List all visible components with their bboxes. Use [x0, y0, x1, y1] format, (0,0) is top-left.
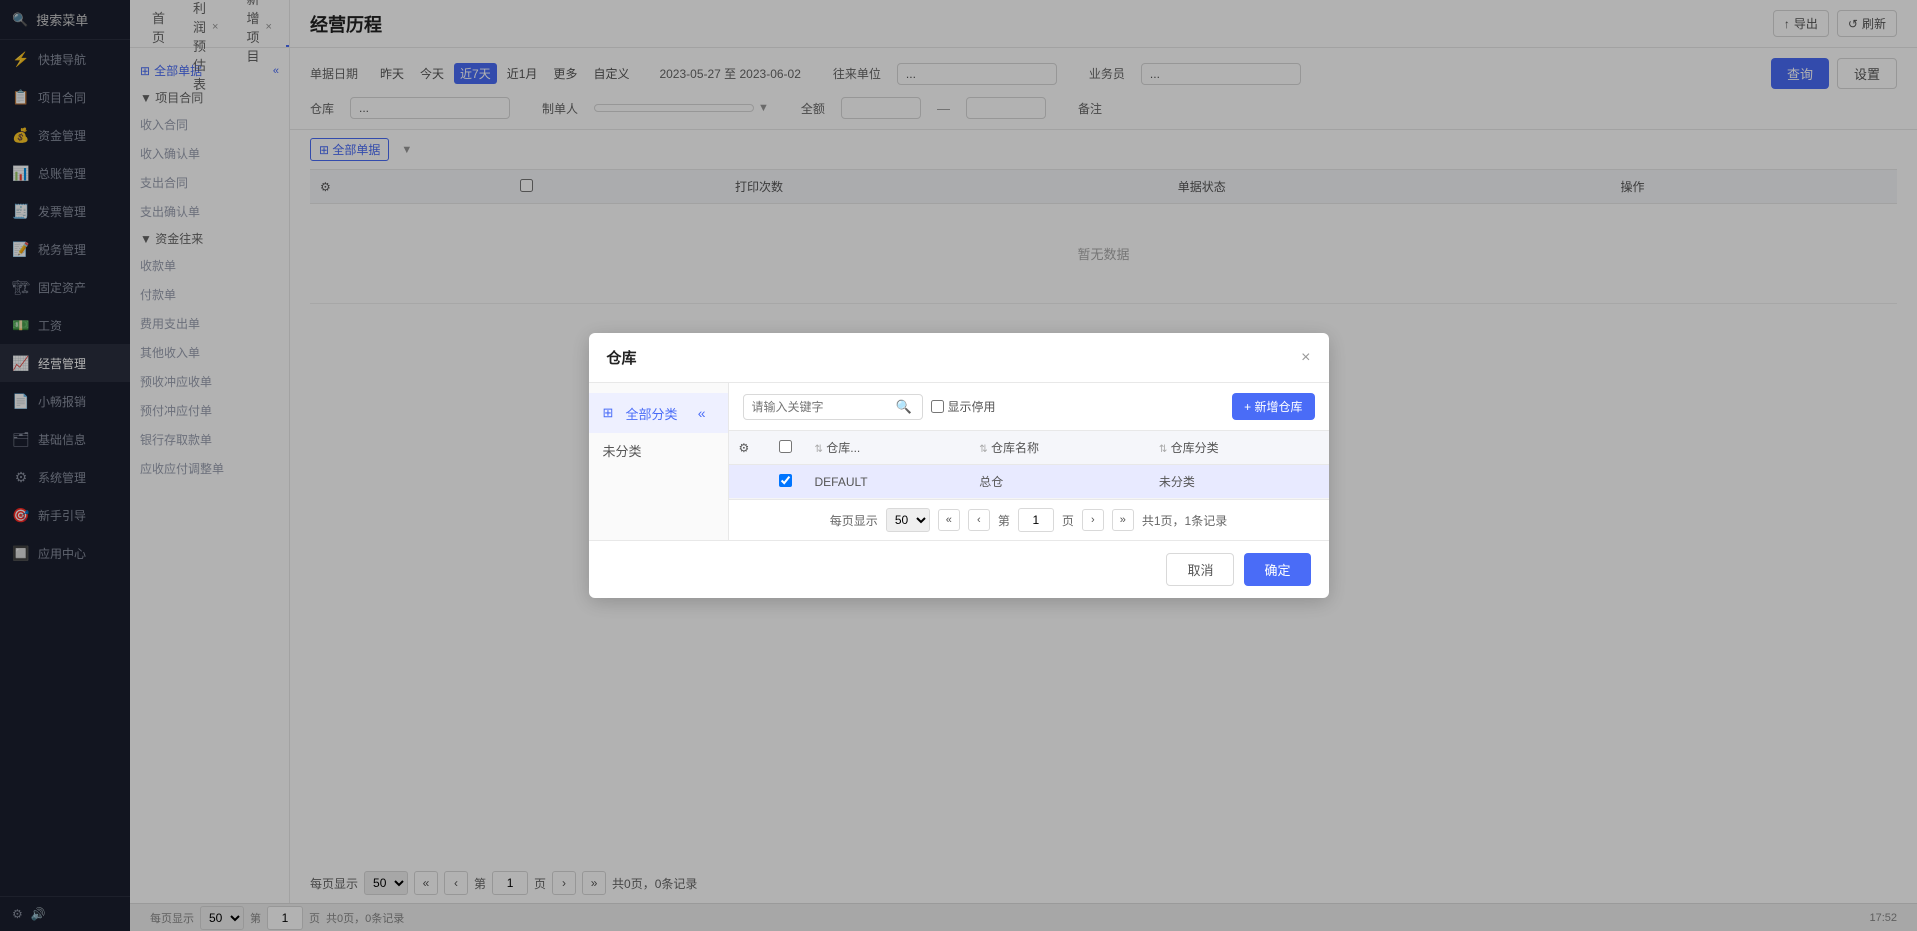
- dialog-sidebar-uncategorized[interactable]: 未分类: [589, 433, 728, 468]
- dialog-search-box[interactable]: 🔍: [743, 394, 923, 420]
- row-select-checkbox[interactable]: [779, 474, 792, 487]
- sort-icon-category: ⇅: [1159, 444, 1167, 455]
- table-row[interactable]: DEFAULT 总仓 未分类: [729, 465, 1329, 499]
- uncategorized-label: 未分类: [603, 441, 642, 460]
- confirm-button[interactable]: 确定: [1244, 553, 1310, 586]
- show-disabled-checkbox[interactable]: [931, 400, 944, 413]
- dialog-table-area: ⚙ ⇅ 仓库... ⇅ 仓库名称: [729, 431, 1329, 499]
- all-categories-icon: ⊞: [603, 405, 614, 421]
- dialog-search-icon: 🔍: [896, 399, 912, 415]
- th-code[interactable]: ⇅ 仓库...: [805, 431, 970, 465]
- row-checkbox[interactable]: [769, 465, 805, 499]
- dialog-last-page[interactable]: »: [1112, 509, 1134, 531]
- th-checkbox-dialog: [769, 431, 805, 465]
- collapse-sidebar-icon[interactable]: «: [690, 401, 714, 425]
- dialog-main: 🔍 显示停用 + 新增仓库 ⚙: [729, 383, 1329, 540]
- sort-icon-code: ⇅: [815, 444, 823, 455]
- row-code: DEFAULT: [805, 465, 970, 499]
- warehouse-dialog: 仓库 × ⊞ 全部分类 « 未分类: [589, 333, 1329, 598]
- dialog-page-input[interactable]: [1018, 508, 1054, 532]
- dialog-body: ⊞ 全部分类 « 未分类 🔍 显示停用: [589, 383, 1329, 540]
- dialog-select-all[interactable]: [779, 440, 792, 453]
- row-name: 总仓: [969, 465, 1149, 499]
- all-categories-label: 全部分类: [626, 404, 678, 423]
- sort-icon-name: ⇅: [979, 444, 987, 455]
- dialog-per-page-label: 每页显示: [830, 512, 878, 529]
- cancel-button[interactable]: 取消: [1166, 553, 1234, 586]
- dialog-header-row: ⚙ ⇅ 仓库... ⇅ 仓库名称: [729, 431, 1329, 465]
- dialog-toolbar: 🔍 显示停用 + 新增仓库: [729, 383, 1329, 431]
- dialog-table: ⚙ ⇅ 仓库... ⇅ 仓库名称: [729, 431, 1329, 499]
- dialog-page-label: 第: [998, 512, 1010, 529]
- dialog-total: 共1页，1条记录: [1142, 512, 1227, 529]
- dialog-title: 仓库: [607, 347, 637, 368]
- dialog-next-page[interactable]: ›: [1082, 509, 1104, 531]
- dialog-search-input[interactable]: [752, 400, 892, 414]
- row-category: 未分类: [1149, 465, 1329, 499]
- th-name[interactable]: ⇅ 仓库名称: [969, 431, 1149, 465]
- dialog-header: 仓库 ×: [589, 333, 1329, 383]
- dialog-thead: ⚙ ⇅ 仓库... ⇅ 仓库名称: [729, 431, 1329, 465]
- dialog-page-suffix: 页: [1062, 512, 1074, 529]
- th-category[interactable]: ⇅ 仓库分类: [1149, 431, 1329, 465]
- dialog-actions: 取消 确定: [589, 540, 1329, 598]
- dialog-close-button[interactable]: ×: [1301, 349, 1310, 367]
- dialog-sidebar: ⊞ 全部分类 « 未分类: [589, 383, 729, 540]
- dialog-per-page-select[interactable]: 50: [886, 508, 930, 532]
- dialog-tbody: DEFAULT 总仓 未分类: [729, 465, 1329, 499]
- dialog-footer-bar: 每页显示 50 « ‹ 第 页 › » 共1页，1条记录: [729, 499, 1329, 540]
- dialog-first-page[interactable]: «: [938, 509, 960, 531]
- dialog-sidebar-all[interactable]: ⊞ 全部分类 «: [589, 393, 728, 433]
- show-disabled-label[interactable]: 显示停用: [931, 398, 996, 415]
- dialog-overlay[interactable]: 仓库 × ⊞ 全部分类 « 未分类: [0, 0, 1917, 931]
- th-settings-dialog: ⚙: [729, 431, 769, 465]
- row-settings: [729, 465, 769, 499]
- dialog-prev-page[interactable]: ‹: [968, 509, 990, 531]
- add-warehouse-button[interactable]: + 新增仓库: [1232, 393, 1314, 420]
